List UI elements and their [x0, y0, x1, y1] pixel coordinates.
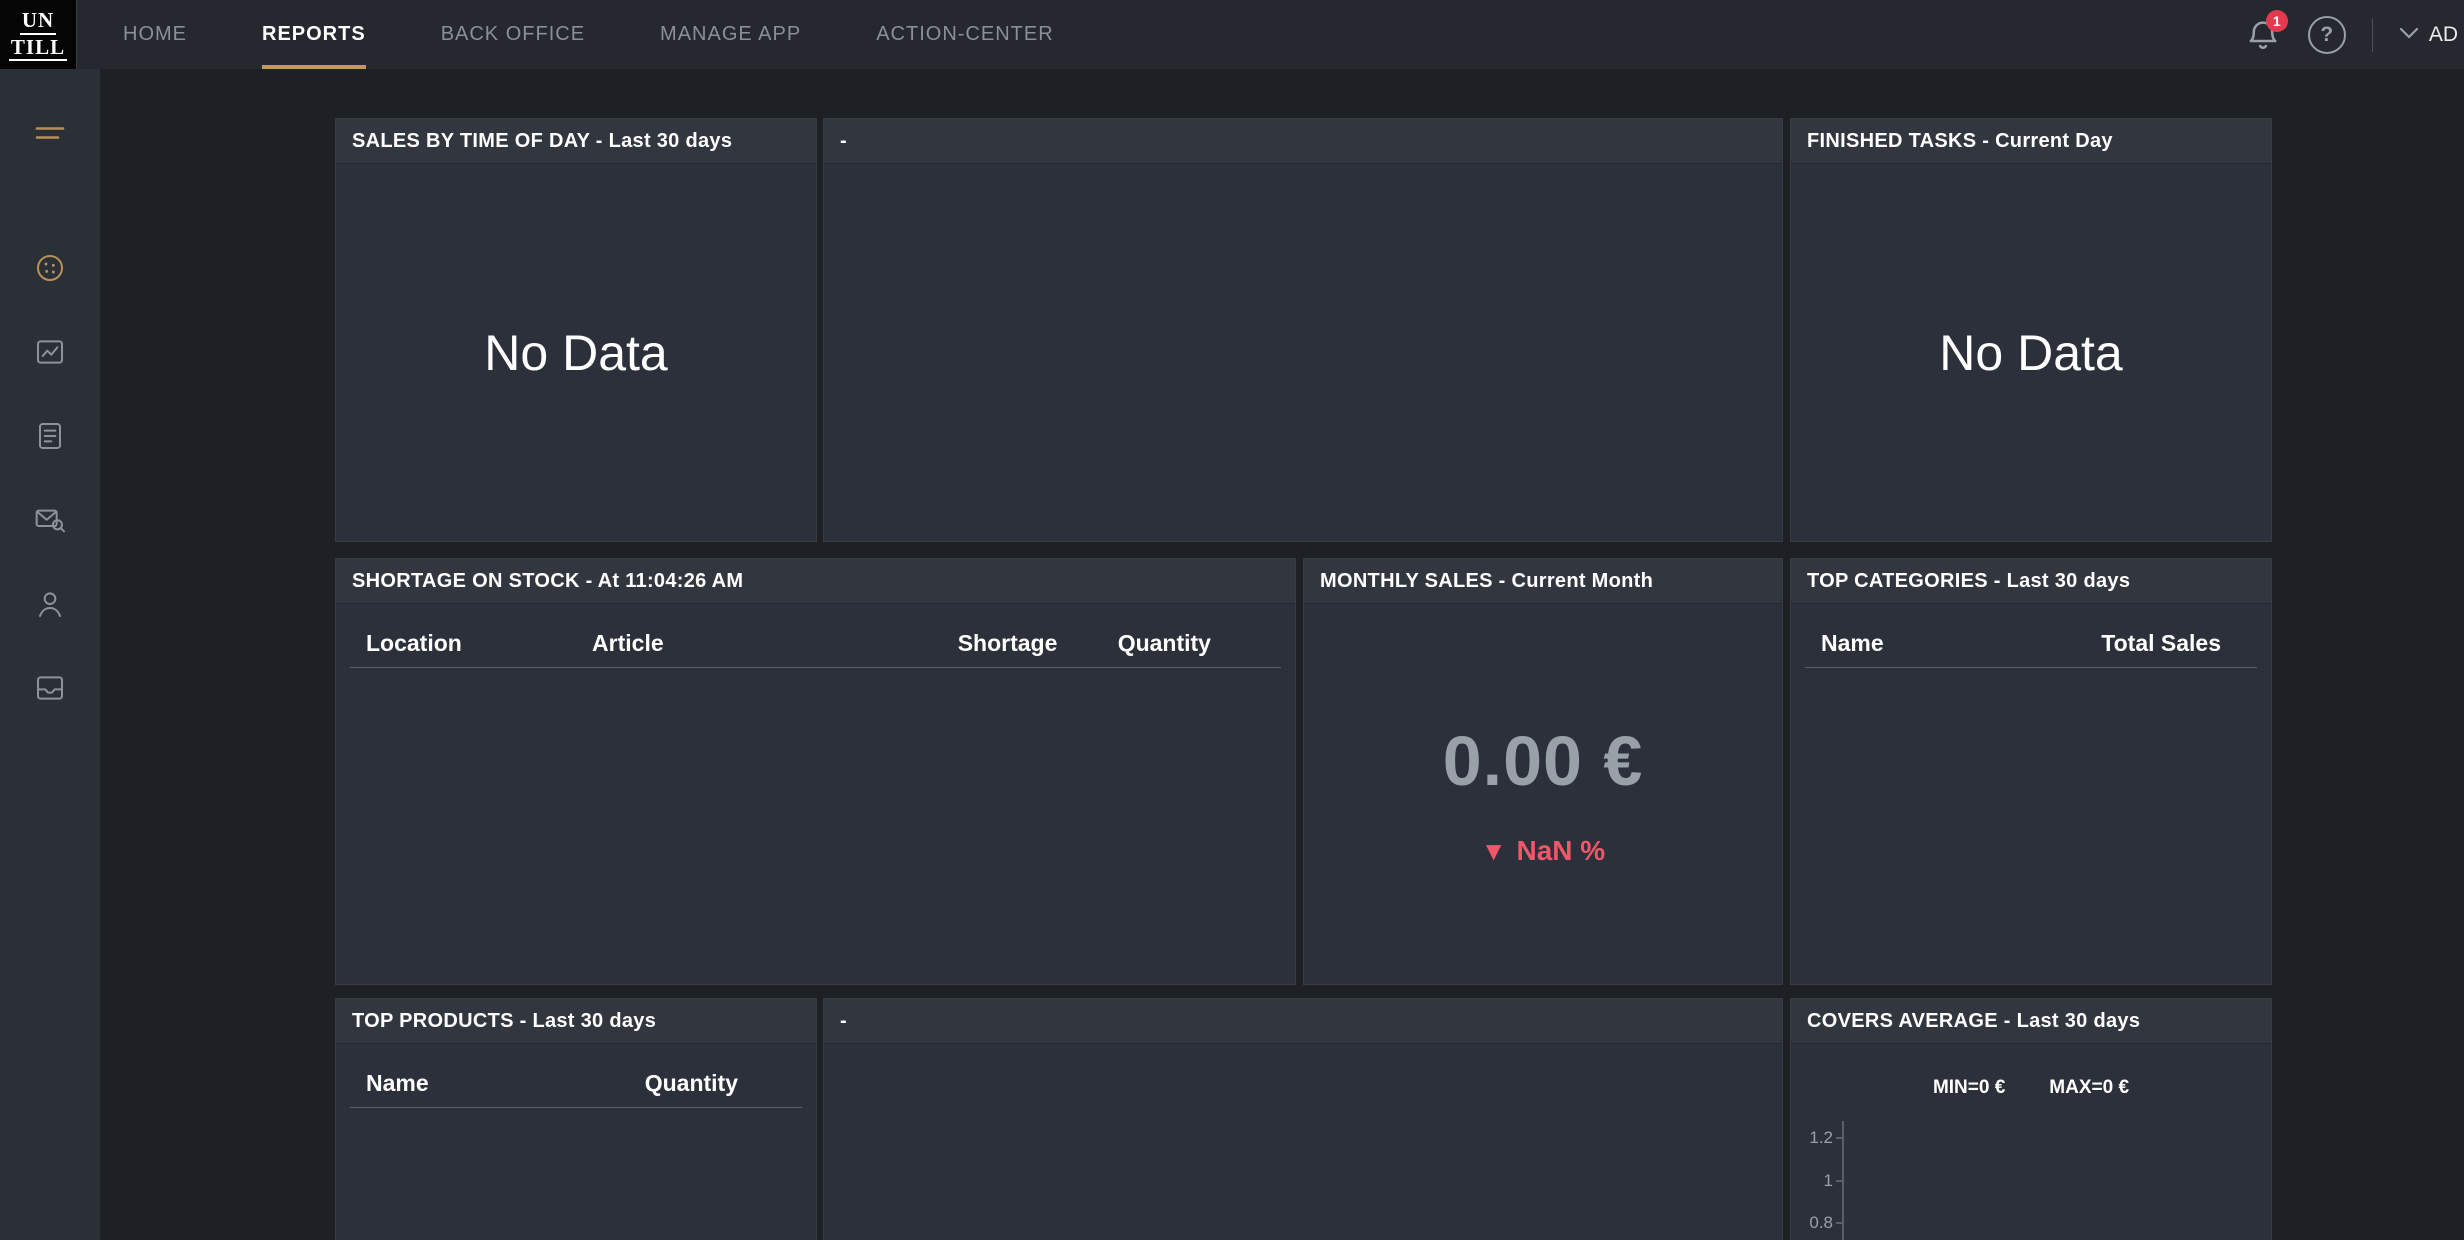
table-header-row: Name Quantity — [350, 1070, 802, 1108]
sidebar — [0, 69, 100, 1240]
y-tick-mark — [1836, 1137, 1844, 1139]
nav-back-office[interactable]: BACK OFFICE — [441, 0, 585, 69]
y-tick-label: 0.8 — [1809, 1213, 1833, 1232]
dashboard: SALES BY TIME OF DAY - Last 30 days No D… — [100, 69, 2464, 1240]
column-header-article: Article — [592, 630, 664, 656]
no-data-text: No Data — [484, 324, 668, 381]
card-title: TOP CATEGORIES - Last 30 days — [1791, 559, 2271, 604]
no-data-text: No Data — [1939, 324, 2123, 381]
stock-icon[interactable] — [34, 672, 66, 704]
sales-chart-icon[interactable] — [34, 336, 66, 368]
bell-icon — [2244, 20, 2282, 58]
logo-text-top: UN — [19, 8, 57, 35]
monthly-sales-delta: ▼ NaN % — [1481, 835, 1605, 867]
menu-icon[interactable] — [35, 124, 65, 147]
card-title: SHORTAGE ON STOCK - At 11:04:26 AM — [336, 559, 1295, 604]
notification-badge: 1 — [2265, 9, 2288, 32]
card-title: TOP PRODUCTS - Last 30 days — [336, 999, 816, 1044]
card-covers-average: COVERS AVERAGE - Last 30 days MIN=0 € MA… — [1790, 998, 2272, 1240]
delta-down-icon: ▼ — [1480, 835, 1507, 866]
min-label: MIN=0 € — [1932, 1077, 2006, 1098]
column-header-quantity: Quantity — [644, 1070, 738, 1096]
nav-reports[interactable]: REPORTS — [262, 0, 366, 69]
column-header-name: Name — [1821, 630, 1884, 656]
logo-text-bottom: TILL — [8, 35, 68, 61]
card-title: MONTHLY SALES - Current Month — [1304, 559, 1782, 604]
table-header-row: Location Article Shortage Quantity — [350, 630, 1281, 668]
card-shortage-on-stock: SHORTAGE ON STOCK - At 11:04:26 AM Locat… — [335, 558, 1296, 985]
screen: UN TILL HOME REPORTS BACK OFFICE MANAGE … — [0, 0, 2464, 1240]
help-glyph: ? — [2320, 22, 2334, 46]
y-tick-mark — [1836, 1222, 1844, 1224]
user-label: AD — [2428, 22, 2458, 46]
card-title: COVERS AVERAGE - Last 30 days — [1791, 999, 2271, 1044]
card-title: FINISHED TASKS - Current Day — [1791, 119, 2271, 164]
user-menu[interactable]: AD — [2399, 23, 2458, 47]
y-tick-label: 1 — [1823, 1171, 1833, 1190]
card-monthly-sales: MONTHLY SALES - Current Month 0.00 € ▼ N… — [1303, 558, 1783, 985]
nav-manage-app[interactable]: MANAGE APP — [660, 0, 801, 69]
column-header-shortage: Shortage — [957, 630, 1058, 656]
card-sales-by-time: SALES BY TIME OF DAY - Last 30 days No D… — [335, 118, 817, 542]
card-top-categories: TOP CATEGORIES - Last 30 days Name Total… — [1790, 558, 2272, 985]
mail-search-icon[interactable] — [34, 504, 66, 536]
nav-divider — [2371, 17, 2373, 52]
top-nav: UN TILL HOME REPORTS BACK OFFICE MANAGE … — [0, 0, 2464, 69]
min-max-labels: MIN=0 € MAX=0 € — [1791, 1077, 2271, 1099]
card-finished-tasks: FINISHED TASKS - Current Day No Data — [1790, 118, 2272, 542]
y-tick-mark — [1836, 1180, 1844, 1182]
column-header-quantity: Quantity — [1117, 630, 1211, 656]
max-label: MAX=0 € — [2049, 1077, 2130, 1098]
column-header-total-sales: Total Sales — [2101, 630, 2221, 656]
notifications-button[interactable]: 1 — [2244, 9, 2288, 54]
column-header-location: Location — [366, 630, 462, 656]
main-nav: HOME REPORTS BACK OFFICE MANAGE APP ACTI… — [123, 0, 1054, 69]
column-header-name: Name — [366, 1070, 429, 1096]
card-top-products: TOP PRODUCTS - Last 30 days Name Quantit… — [335, 998, 817, 1240]
chevron-down-icon — [2399, 26, 2419, 44]
nav-action-center[interactable]: ACTION-CENTER — [876, 0, 1053, 69]
card-untitled-bottom: - Bear — [823, 998, 1783, 1240]
card-title: SALES BY TIME OF DAY - Last 30 days — [336, 119, 816, 164]
card-title: - — [824, 119, 1782, 164]
card-title: - — [824, 999, 1782, 1044]
documents-icon[interactable] — [34, 420, 66, 452]
table-header-row: Name Total Sales — [1805, 630, 2257, 668]
empty-chart-area — [824, 164, 1782, 541]
monthly-sales-value: 0.00 € — [1442, 722, 1644, 800]
dashboard-icon[interactable] — [34, 252, 66, 284]
card-untitled-top: - — [823, 118, 1783, 542]
y-tick-label: 1.2 — [1809, 1128, 1833, 1147]
delta-text: NaN % — [1516, 835, 1606, 866]
customers-icon[interactable] — [34, 588, 66, 620]
help-button[interactable]: ? — [2307, 15, 2346, 54]
nav-home[interactable]: HOME — [123, 0, 187, 69]
app-logo[interactable]: UN TILL — [0, 0, 77, 69]
nav-right-controls: 1 ? AD — [2244, 0, 2464, 69]
